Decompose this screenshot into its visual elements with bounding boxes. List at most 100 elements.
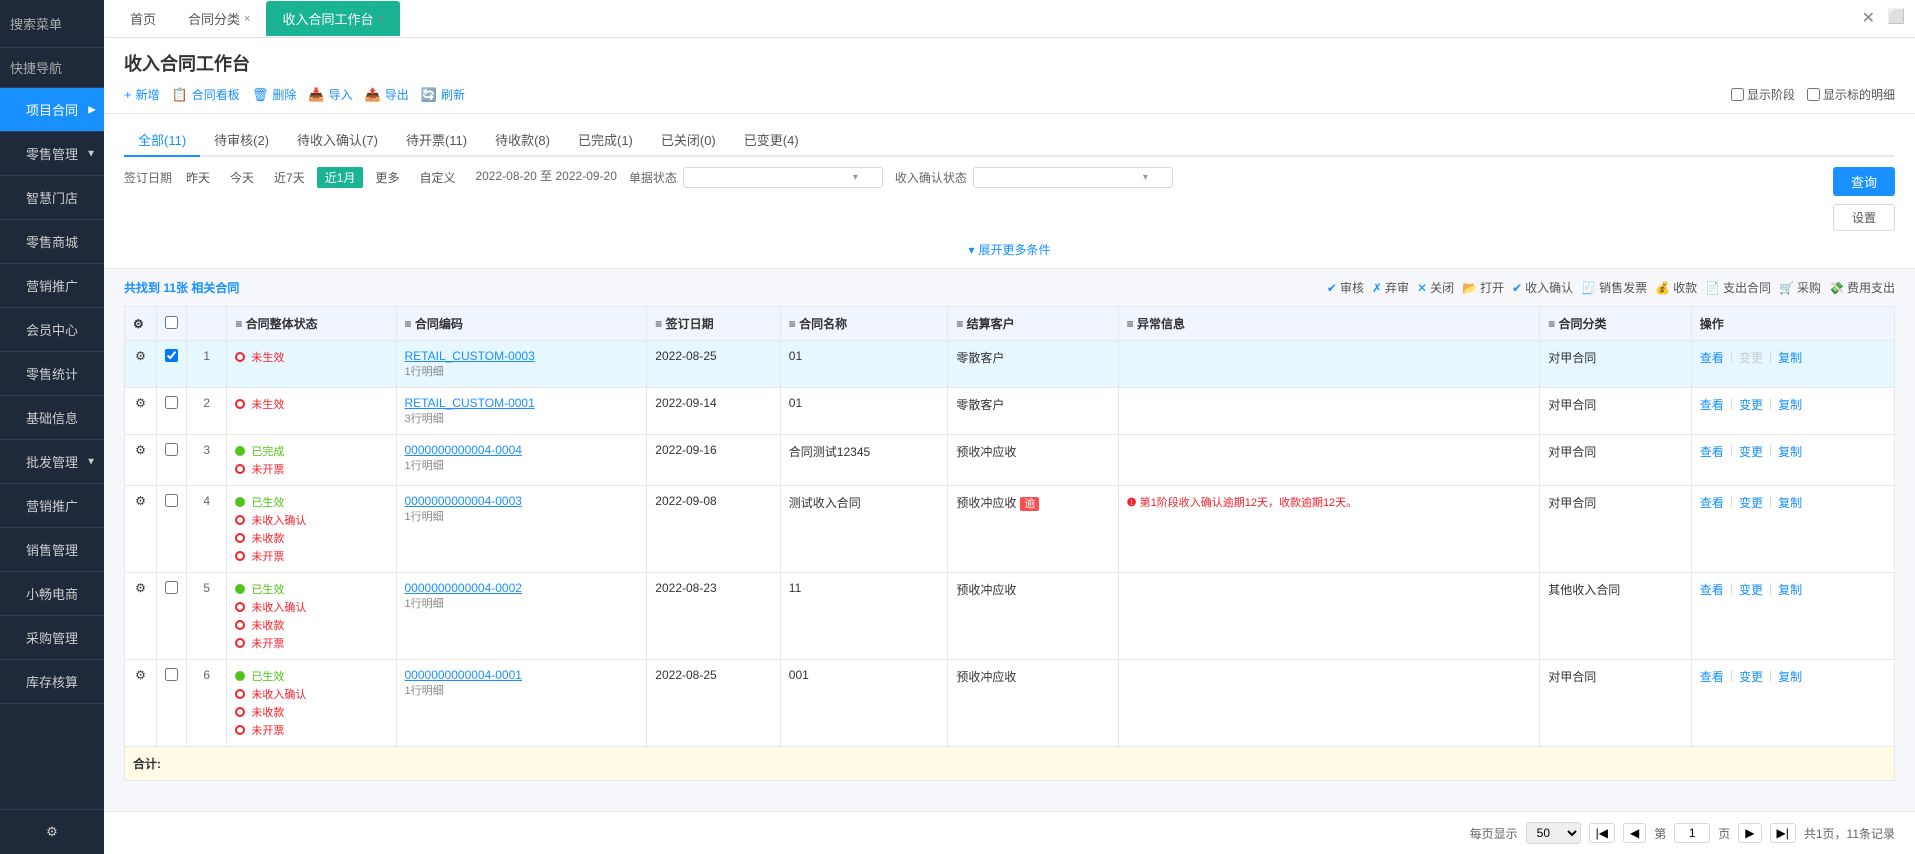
date-btn-custom[interactable]: 自定义 bbox=[411, 167, 463, 188]
sidebar-search[interactable]: 搜索菜单 bbox=[0, 0, 104, 48]
op-变更-1[interactable]: 变更 bbox=[1739, 396, 1763, 413]
op-复制-0[interactable]: 复制 bbox=[1778, 349, 1802, 366]
row-customer-5: 预收冲应收 bbox=[948, 660, 1118, 747]
op-查看-2[interactable]: 查看 bbox=[1700, 443, 1724, 460]
sidebar-item-xiaochang[interactable]: 小畅电商 bbox=[0, 572, 104, 616]
date-btn-yesterday[interactable]: 昨天 bbox=[178, 167, 218, 188]
row-setting-4[interactable]: ⚙ bbox=[125, 573, 157, 660]
view-button[interactable]: 📋合同看板 bbox=[172, 86, 240, 103]
sidebar-item-basic-info[interactable]: 基础信息 bbox=[0, 396, 104, 440]
row-checkbox-3[interactable] bbox=[157, 486, 187, 573]
row-checkbox-4[interactable] bbox=[157, 573, 187, 660]
action-fee-out[interactable]: 💸费用支出 bbox=[1829, 279, 1895, 296]
window-close-btn[interactable]: ✕ bbox=[1862, 8, 1875, 28]
op-变更-3[interactable]: 变更 bbox=[1739, 494, 1763, 511]
action-sales-invoice[interactable]: 🧾销售发票 bbox=[1581, 279, 1647, 296]
tab-close-contract-type[interactable]: × bbox=[244, 13, 250, 25]
filter-tab-completed[interactable]: 已完成(1) bbox=[564, 124, 647, 157]
sidebar-item-retail-stats[interactable]: 零售统计 bbox=[0, 352, 104, 396]
row-setting-5[interactable]: ⚙ bbox=[125, 660, 157, 747]
action-income-confirm[interactable]: ✔收入确认 bbox=[1512, 279, 1573, 296]
refresh-button[interactable]: 🔄刷新 bbox=[421, 86, 465, 103]
sidebar-item-sales-mgmt[interactable]: 销售管理 bbox=[0, 528, 104, 572]
row-setting-0[interactable]: ⚙ bbox=[125, 341, 157, 388]
col-header-checkbox[interactable] bbox=[157, 307, 187, 341]
op-复制-5[interactable]: 复制 bbox=[1778, 668, 1802, 685]
action-abandon[interactable]: ✗弃审 bbox=[1372, 279, 1409, 296]
sidebar-item-project[interactable]: 项目合同 bbox=[0, 88, 104, 132]
date-btn-more[interactable]: 更多 bbox=[367, 167, 407, 188]
op-变更-2[interactable]: 变更 bbox=[1739, 443, 1763, 460]
import-button[interactable]: 📥导入 bbox=[308, 86, 352, 103]
sidebar-settings[interactable]: ⚙ bbox=[0, 809, 104, 854]
op-复制-3[interactable]: 复制 bbox=[1778, 494, 1802, 511]
tab-income-workbench[interactable]: 收入合同工作台× bbox=[266, 1, 399, 36]
window-expand-btn[interactable]: ⬜ bbox=[1888, 8, 1905, 25]
add-button[interactable]: +新增 bbox=[124, 86, 160, 103]
op-查看-5[interactable]: 查看 bbox=[1700, 668, 1724, 685]
query-button[interactable]: 查询 bbox=[1833, 167, 1895, 196]
sidebar-item-smart-store[interactable]: 智慧门店 bbox=[0, 176, 104, 220]
op-复制-4[interactable]: 复制 bbox=[1778, 581, 1802, 598]
op-变更-0[interactable]: 变更 bbox=[1739, 349, 1763, 366]
filter-tab-pending-invoice[interactable]: 待开票(11) bbox=[392, 124, 481, 157]
op-查看-3[interactable]: 查看 bbox=[1700, 494, 1724, 511]
row-checkbox-0[interactable] bbox=[157, 341, 187, 388]
date-btn-last7[interactable]: 近7天 bbox=[266, 167, 313, 188]
page-size-select[interactable]: 102050100 bbox=[1526, 822, 1581, 844]
op-查看-1[interactable]: 查看 bbox=[1700, 396, 1724, 413]
sidebar-quick-nav[interactable]: 快捷导航 bbox=[0, 48, 104, 88]
date-btn-today[interactable]: 今天 bbox=[222, 167, 262, 188]
filter-tab-pending-review[interactable]: 待审核(2) bbox=[200, 124, 283, 157]
row-setting-2[interactable]: ⚙ bbox=[125, 435, 157, 486]
doc-status-select[interactable]: ▾ bbox=[683, 167, 883, 188]
last-page-btn[interactable]: ▶| bbox=[1770, 823, 1796, 843]
col-header-setting[interactable]: ⚙ bbox=[125, 307, 157, 341]
filter-tab-pending-income-confirm[interactable]: 待收入确认(7) bbox=[283, 124, 392, 157]
op-查看-0[interactable]: 查看 bbox=[1700, 349, 1724, 366]
op-复制-1[interactable]: 复制 bbox=[1778, 396, 1802, 413]
first-page-btn[interactable]: |◀ bbox=[1589, 823, 1615, 843]
action-review[interactable]: ✔审核 bbox=[1327, 279, 1364, 296]
sidebar-item-wholesale[interactable]: 批发管理 bbox=[0, 440, 104, 484]
row-checkbox-2[interactable] bbox=[157, 435, 187, 486]
sidebar-item-stock[interactable]: 库存核算 bbox=[0, 660, 104, 704]
page-input[interactable] bbox=[1674, 823, 1710, 843]
op-变更-5[interactable]: 变更 bbox=[1739, 668, 1763, 685]
show-cols-checkbox[interactable]: 显示阶段 bbox=[1731, 86, 1795, 103]
tab-close-income-workbench[interactable]: × bbox=[377, 13, 383, 25]
row-setting-1[interactable]: ⚙ bbox=[125, 388, 157, 435]
filter-tab-pending-receipt[interactable]: 待收款(8) bbox=[481, 124, 564, 157]
income-confirm-select[interactable]: ▾ bbox=[973, 167, 1173, 188]
action-expense-out[interactable]: 📄支出合同 bbox=[1705, 279, 1771, 296]
sidebar-item-purchase[interactable]: 采购管理 bbox=[0, 616, 104, 660]
filter-tab-all[interactable]: 全部(11) bbox=[124, 124, 200, 157]
op-变更-4[interactable]: 变更 bbox=[1739, 581, 1763, 598]
date-btn-last1month[interactable]: 近1月 bbox=[317, 167, 364, 188]
sidebar-item-retail[interactable]: 零售管理 bbox=[0, 132, 104, 176]
op-复制-2[interactable]: 复制 bbox=[1778, 443, 1802, 460]
op-查看-4[interactable]: 查看 bbox=[1700, 581, 1724, 598]
action-close[interactable]: ✕关闭 bbox=[1417, 279, 1454, 296]
sidebar-item-retail-mall[interactable]: 零售商城 bbox=[0, 220, 104, 264]
sidebar-item-marketing2[interactable]: 营销推广 bbox=[0, 484, 104, 528]
sidebar-item-marketing[interactable]: 营销推广 bbox=[0, 264, 104, 308]
export-button[interactable]: 📤导出 bbox=[365, 86, 409, 103]
expand-more-btn[interactable]: ▾ 展开更多条件 bbox=[968, 241, 1050, 258]
filter-tab-changed[interactable]: 已变更(4) bbox=[730, 124, 813, 157]
delete-button[interactable]: 🗑删除 bbox=[252, 86, 297, 103]
row-checkbox-1[interactable] bbox=[157, 388, 187, 435]
prev-page-btn[interactable]: ◀ bbox=[1623, 823, 1646, 843]
next-page-btn[interactable]: ▶ bbox=[1738, 823, 1761, 843]
show-detail-checkbox[interactable]: 显示标的明细 bbox=[1807, 86, 1895, 103]
row-checkbox-5[interactable] bbox=[157, 660, 187, 747]
action-purchase[interactable]: 🛒采购 bbox=[1779, 279, 1821, 296]
tab-contract-type[interactable]: 合同分类× bbox=[172, 1, 266, 36]
action-receipt[interactable]: 💰收款 bbox=[1655, 279, 1697, 296]
tab-home[interactable]: 首页 bbox=[114, 1, 172, 36]
set-button[interactable]: 设置 bbox=[1833, 204, 1895, 231]
row-setting-3[interactable]: ⚙ bbox=[125, 486, 157, 573]
filter-tab-closed[interactable]: 已关闭(0) bbox=[647, 124, 730, 157]
sidebar-item-member[interactable]: 会员中心 bbox=[0, 308, 104, 352]
action-open[interactable]: 📂打开 bbox=[1462, 279, 1504, 296]
